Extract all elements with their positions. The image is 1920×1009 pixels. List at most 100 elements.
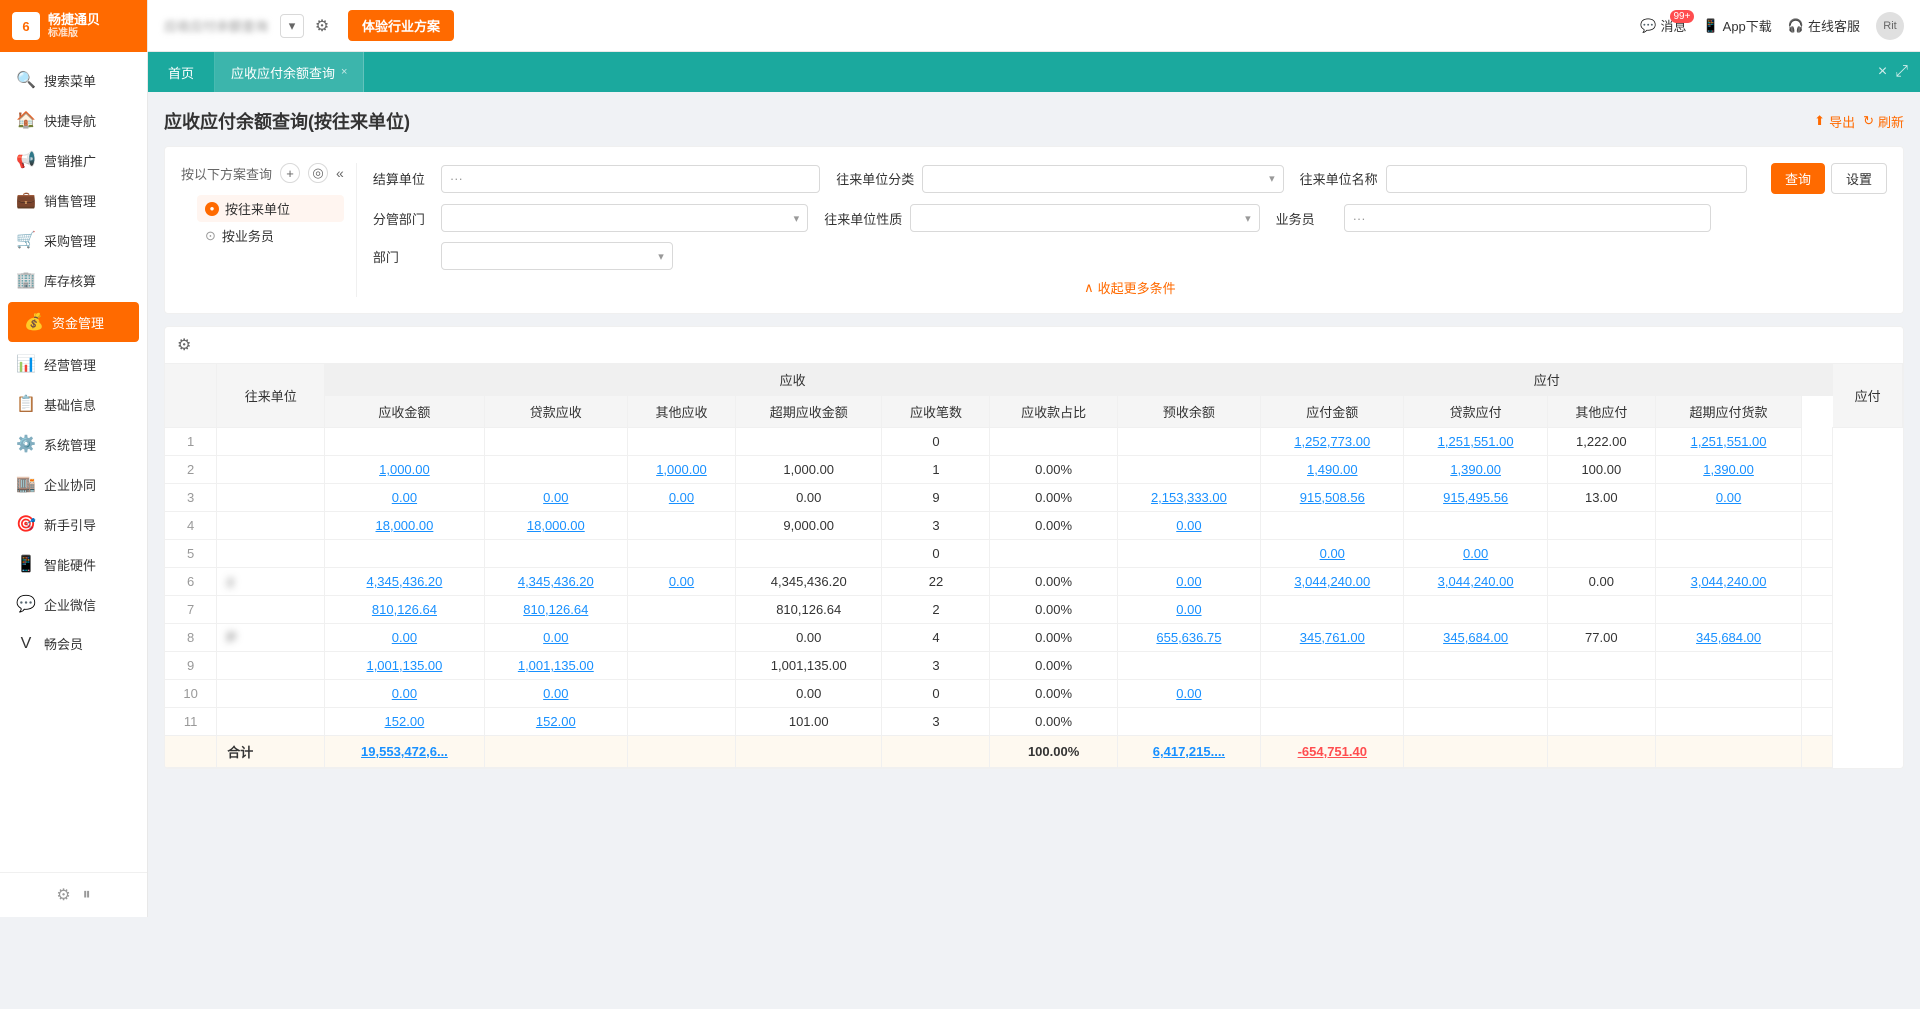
sidebar-item-sales[interactable]: 💼 销售管理 xyxy=(0,180,147,220)
filter-scheme-btn[interactable]: ◎ xyxy=(308,163,328,183)
total-prepay[interactable]: 6,417,215.... xyxy=(1117,736,1260,768)
filter-option-salesperson[interactable]: ⊙ 按业务员 xyxy=(197,222,344,249)
filter-add-icon: + xyxy=(286,166,294,181)
refresh-button[interactable]: ↻ 刷新 xyxy=(1863,112,1904,131)
window-close-btn[interactable]: × xyxy=(1878,63,1887,81)
table-row: 100.000.000.0000.00%0.00 xyxy=(165,680,1903,708)
tab-current[interactable]: 应收应付余额查询 × xyxy=(215,52,364,92)
table-settings-icon[interactable]: ⚙ xyxy=(177,335,191,355)
member-label: 畅会员 xyxy=(44,634,83,653)
action-buttons: 查询 设置 xyxy=(1771,163,1887,194)
breadcrumb-dropdown-btn[interactable]: ▾ xyxy=(280,14,304,38)
sidebar-item-search-menu[interactable]: 🔍 搜索菜单 xyxy=(0,60,147,100)
sidebar-item-system[interactable]: ⚙️ 系统管理 xyxy=(0,424,147,464)
settings-button[interactable]: 设置 xyxy=(1831,163,1887,194)
export-icon: ⬆ xyxy=(1814,113,1825,129)
marketing-label: 营销推广 xyxy=(44,151,96,170)
total-recv-ratio: 100.00% xyxy=(990,736,1117,768)
sidebar-item-enterprise[interactable]: 🏬 企业协同 xyxy=(0,464,147,504)
tab-current-label: 应收应付余额查询 xyxy=(231,63,335,82)
partner-category-select[interactable]: ▾ xyxy=(922,165,1283,193)
smart-hw-label: 智能硬件 xyxy=(44,555,96,574)
sidebar-item-finance[interactable]: 💰 资金管理 xyxy=(8,302,139,342)
total-other-pay xyxy=(1547,736,1655,768)
filter-option-partner[interactable]: ● 按往来单位 xyxy=(197,195,344,222)
th-recv-amount: 应收金额 xyxy=(325,396,484,428)
filter-row-2: 分管部门 ▾ 往来单位性质 ▾ 业务员 ··· xyxy=(373,204,1887,232)
refresh-icon: ↻ xyxy=(1863,113,1874,129)
promo-button[interactable]: 体验行业方案 xyxy=(348,10,454,41)
tab-close-icon[interactable]: × xyxy=(341,66,347,78)
filter-option-partner-label: 按往来单位 xyxy=(225,199,290,218)
breadcrumb-text: 应收应付余额查询 xyxy=(164,16,268,35)
sidebar-item-member[interactable]: V 畅会员 xyxy=(0,624,147,663)
filter-header: 按以下方案查询 + ◎ « xyxy=(181,163,344,183)
th-prepay: 预收余额 xyxy=(1117,396,1260,428)
total-payable[interactable]: -654,751.40 xyxy=(1261,736,1404,768)
filter-field-dept: 分管部门 ▾ xyxy=(373,204,808,232)
th-other-recv: 其他应收 xyxy=(627,396,735,428)
sidebar-item-smart-hw[interactable]: 📱 智能硬件 xyxy=(0,544,147,584)
table-row: 6z4,345,436.204,345,436.200.004,345,436.… xyxy=(165,568,1903,596)
sidebar-footer: ⚙ ⏸ xyxy=(0,872,147,917)
total-loan-pay xyxy=(1404,736,1547,768)
filter-option-salesperson-label: 按业务员 xyxy=(222,226,274,245)
page-header: 应收应付余额查询(按往来单位) ⬆ 导出 ↻ 刷新 xyxy=(164,108,1904,134)
table-row: 101,252,773.001,251,551.001,222.001,251,… xyxy=(165,428,1903,456)
smart-hw-icon: 📱 xyxy=(16,554,36,574)
finance-label: 资金管理 xyxy=(52,313,104,332)
data-table-container: ⚙ 往来单位 应收 应付 应付 应收金额 贷款应收 其他应收 超期应收金额 应收… xyxy=(164,326,1904,769)
purchase-label: 采购管理 xyxy=(44,231,96,250)
system-icon: ⚙️ xyxy=(16,434,36,454)
partner-nature-select[interactable]: ▾ xyxy=(910,204,1259,232)
online-service-label: 在线客服 xyxy=(1808,16,1860,35)
filter-collapse-row[interactable]: ∧ 收起更多条件 xyxy=(373,278,1887,297)
sidebar-item-purchase[interactable]: 🛒 采购管理 xyxy=(0,220,147,260)
sidebar-item-basic-info[interactable]: 📋 基础信息 xyxy=(0,384,147,424)
settlement-unit-input[interactable]: ··· xyxy=(441,165,820,193)
query-button[interactable]: 查询 xyxy=(1771,163,1825,194)
enterprise-label: 企业协同 xyxy=(44,475,96,494)
sidebar-item-operation[interactable]: 📊 经营管理 xyxy=(0,344,147,384)
sidebar-item-inventory[interactable]: 🏢 库存核算 xyxy=(0,260,147,300)
filter-clock-icon: ⊙ xyxy=(205,228,216,244)
data-table: 往来单位 应收 应付 应付 应收金额 贷款应收 其他应收 超期应收金额 应收笔数… xyxy=(165,364,1903,768)
dept-select[interactable]: ▾ xyxy=(441,204,808,232)
marketing-icon: 📢 xyxy=(16,150,36,170)
total-overdue-recv xyxy=(736,736,882,768)
sidebar-item-weixin[interactable]: 💬 企业微信 xyxy=(0,584,147,624)
filter-fields: 结算单位 ··· 往来单位分类 ▾ 往来单位名称 xyxy=(373,163,1887,297)
filter-add-btn[interactable]: + xyxy=(280,163,300,183)
app-download-item[interactable]: 📱 App下载 xyxy=(1702,16,1771,35)
avatar-text: Rit xyxy=(1883,20,1896,32)
member-icon: V xyxy=(16,635,36,653)
message-item[interactable]: 💬 消息 99+ xyxy=(1640,16,1686,35)
filter-field-settlement-unit: 结算单位 ··· xyxy=(373,165,820,193)
sidebar-item-quick-nav[interactable]: 🏠 快捷导航 xyxy=(0,100,147,140)
export-button[interactable]: ⬆ 导出 xyxy=(1814,112,1855,131)
sidebar-item-guide[interactable]: 🎯 新手引导 xyxy=(0,504,147,544)
basic-info-icon: 📋 xyxy=(16,394,36,414)
tab-home[interactable]: 首页 xyxy=(148,52,215,92)
department-select[interactable]: ▾ xyxy=(441,242,673,270)
filter-header-label: 按以下方案查询 xyxy=(181,164,272,183)
th-overdue-recv: 超期应收金额 xyxy=(736,396,882,428)
dept-select-arrow: ▾ xyxy=(794,212,800,225)
total-recv-count xyxy=(882,736,990,768)
window-restore-btn[interactable]: ⤢ xyxy=(1895,63,1908,81)
search-menu-label: 搜索菜单 xyxy=(44,71,96,90)
salesperson-input[interactable]: ··· xyxy=(1344,204,1711,232)
filter-collapse-btn[interactable]: « xyxy=(336,165,344,181)
online-service-item[interactable]: 🎧 在线客服 xyxy=(1788,16,1860,35)
table-row: 418,000.0018,000.009,000.0030.00%0.00 xyxy=(165,512,1903,540)
sidebar-settings-icon[interactable]: ⚙ xyxy=(56,885,70,905)
th-payable-tail: 应付 xyxy=(1833,364,1903,428)
header-settings-btn[interactable]: ⚙ xyxy=(308,12,336,40)
partner-name-input[interactable] xyxy=(1386,165,1747,193)
th-payable-group: 应付 xyxy=(1261,364,1833,396)
sidebar-item-marketing[interactable]: 📢 营销推广 xyxy=(0,140,147,180)
sidebar-collapse-icon[interactable]: ⏸ xyxy=(83,886,91,904)
th-partner: 往来单位 xyxy=(217,364,325,428)
user-item[interactable]: Rit xyxy=(1876,12,1904,40)
total-recv[interactable]: 19,553,472,6... xyxy=(325,736,484,768)
